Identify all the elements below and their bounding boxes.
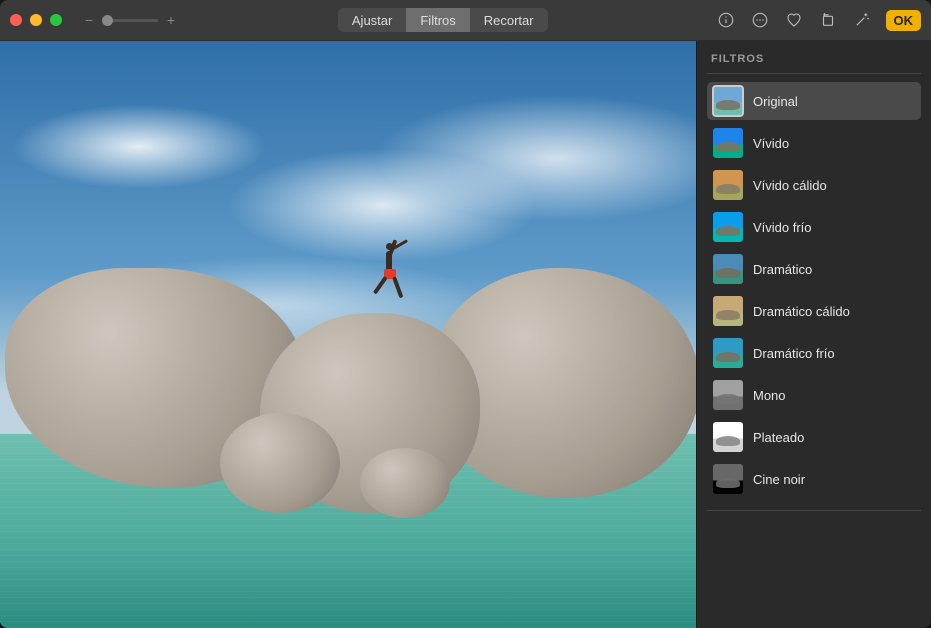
filter-item[interactable]: Original bbox=[707, 82, 921, 120]
filter-thumbnail bbox=[713, 380, 743, 410]
filter-thumbnail bbox=[713, 254, 743, 284]
filter-item[interactable]: Vívido cálido bbox=[707, 166, 921, 204]
filter-item[interactable]: Dramático cálido bbox=[707, 292, 921, 330]
filter-thumbnail bbox=[713, 212, 743, 242]
filter-item[interactable]: Vívido bbox=[707, 124, 921, 162]
filter-item[interactable]: Dramático frío bbox=[707, 334, 921, 372]
tab-filters[interactable]: Filtros bbox=[406, 8, 469, 32]
filters-sidebar: FILTROS Original Vívido Vívido cálido Vívid… bbox=[696, 41, 931, 628]
filter-item[interactable]: Mono bbox=[707, 376, 921, 414]
filter-label: Original bbox=[753, 94, 798, 109]
zoom-slider[interactable] bbox=[102, 19, 158, 22]
window-controls bbox=[10, 14, 62, 26]
filter-label: Mono bbox=[753, 388, 786, 403]
favorite-heart-icon[interactable] bbox=[784, 10, 804, 30]
filter-thumbnail bbox=[713, 422, 743, 452]
tab-crop[interactable]: Recortar bbox=[470, 8, 548, 32]
divider bbox=[707, 510, 921, 511]
filter-label: Vívido bbox=[753, 136, 789, 151]
filter-label: Plateado bbox=[753, 430, 804, 445]
fullscreen-window-button[interactable] bbox=[50, 14, 62, 26]
filter-thumbnail bbox=[713, 86, 743, 116]
edit-mode-segmented-control: Ajustar Filtros Recortar bbox=[338, 8, 548, 32]
toolbar-actions: OK bbox=[716, 10, 922, 31]
filter-label: Dramático frío bbox=[753, 346, 835, 361]
filter-thumbnail bbox=[713, 128, 743, 158]
photo-viewer[interactable] bbox=[0, 41, 696, 628]
zoom-slider-group: − + bbox=[82, 13, 178, 27]
done-button[interactable]: OK bbox=[886, 10, 922, 31]
zoom-in-button[interactable]: + bbox=[164, 13, 178, 27]
filter-item[interactable]: Cine noir bbox=[707, 460, 921, 498]
sidebar-title: FILTROS bbox=[711, 53, 917, 65]
divider bbox=[707, 73, 921, 74]
filter-list: Original Vívido Vívido cálido Vívido frío Dr… bbox=[707, 82, 921, 498]
jumping-person bbox=[370, 241, 410, 301]
more-icon[interactable] bbox=[750, 10, 770, 30]
filter-thumbnail bbox=[713, 464, 743, 494]
photos-edit-window: − + Ajustar Filtros Recortar bbox=[0, 0, 931, 628]
zoom-out-button[interactable]: − bbox=[82, 13, 96, 27]
filter-label: Cine noir bbox=[753, 472, 805, 487]
filter-label: Dramático bbox=[753, 262, 812, 277]
filter-thumbnail bbox=[713, 296, 743, 326]
filter-label: Vívido cálido bbox=[753, 178, 827, 193]
filter-thumbnail bbox=[713, 170, 743, 200]
rotate-icon[interactable] bbox=[818, 10, 838, 30]
auto-enhance-wand-icon[interactable] bbox=[852, 10, 872, 30]
close-window-button[interactable] bbox=[10, 14, 22, 26]
filter-item[interactable]: Dramático bbox=[707, 250, 921, 288]
editor-body: FILTROS Original Vívido Vívido cálido Vívid… bbox=[0, 41, 931, 628]
filter-item[interactable]: Plateado bbox=[707, 418, 921, 456]
tab-adjust[interactable]: Ajustar bbox=[338, 8, 406, 32]
info-icon[interactable] bbox=[716, 10, 736, 30]
filter-label: Vívido frío bbox=[753, 220, 812, 235]
filter-item[interactable]: Vívido frío bbox=[707, 208, 921, 246]
toolbar: − + Ajustar Filtros Recortar bbox=[0, 0, 931, 41]
filter-label: Dramático cálido bbox=[753, 304, 850, 319]
zoom-slider-thumb[interactable] bbox=[102, 15, 113, 26]
filter-thumbnail bbox=[713, 338, 743, 368]
minimize-window-button[interactable] bbox=[30, 14, 42, 26]
photo-canvas bbox=[0, 41, 696, 628]
